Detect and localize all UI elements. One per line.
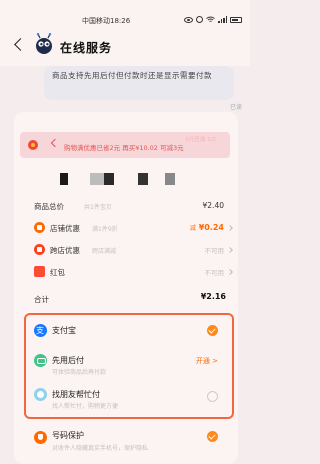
signal-icon xyxy=(218,16,227,23)
chevron-right-icon xyxy=(227,225,233,231)
read-mark: 已读 xyxy=(229,104,242,111)
payment-option-alipay[interactable]: 支付宝 xyxy=(34,322,224,346)
total-value: ¥2.16 xyxy=(200,292,226,301)
product-thumbnail[interactable] xyxy=(60,173,68,185)
eye-icon xyxy=(184,16,193,23)
status-bar: 中国移动18:26 xyxy=(0,0,250,26)
goods-total-sub: 共1件宝贝 xyxy=(84,204,112,211)
friend-pay-icon xyxy=(34,388,47,401)
shield-icon xyxy=(34,431,47,444)
store-discount-amount: ¥0.24 xyxy=(198,223,224,232)
battery-icon xyxy=(230,16,242,23)
red-packet-icon xyxy=(34,266,45,277)
promo-right-top: 0元任选 1/2 xyxy=(185,137,216,143)
red-packet-label: 红包 xyxy=(50,268,65,277)
pay-later-open-link[interactable]: 开通 > xyxy=(196,356,218,366)
number-protection-checkbox[interactable] xyxy=(207,431,218,442)
page-title: 在线服务 xyxy=(60,41,113,55)
total-label: 合计 xyxy=(34,295,49,304)
alipay-icon xyxy=(34,324,47,337)
promo-left-text: 购物满优惠已省2元 再买¥10.02 可减3元 xyxy=(64,144,184,152)
chevron-right-icon xyxy=(227,269,233,275)
coupon-badge-icon xyxy=(28,140,38,150)
row-cross-store-discount[interactable]: 跨店优惠 跨店满减 不可用 xyxy=(34,242,234,258)
cross-store-label: 跨店优惠 xyxy=(50,246,80,255)
cross-store-value: 不可用 xyxy=(204,247,225,255)
friend-pay-label: 找朋友帮忙付 xyxy=(52,390,100,399)
bot-avatar-icon xyxy=(36,33,52,54)
payment-option-friend-pay[interactable]: 找朋友帮忙付 找人帮忙付，购物更方便 xyxy=(34,386,224,410)
pay-later-icon xyxy=(34,354,47,367)
pay-later-sub: 可体验商品后再付款 xyxy=(52,369,107,376)
number-protection-label: 号码保护 xyxy=(52,431,84,440)
row-red-packet[interactable]: 红包 不可用 xyxy=(34,264,234,280)
friend-pay-radio[interactable] xyxy=(207,391,218,402)
store-discount-sub: 满1件9折 xyxy=(92,226,118,233)
cross-store-icon xyxy=(34,244,45,255)
friend-pay-sub: 找人帮忙付，购物更方便 xyxy=(52,403,119,410)
store-discount-prefix: 减 xyxy=(189,225,196,232)
chat-message-bubble: 商品支持先用后付但付款时还是显示需要付款 xyxy=(44,66,234,100)
row-store-discount[interactable]: 店铺优惠 满1件9折 减 ¥0.24 xyxy=(34,220,234,236)
pay-later-label: 先用后付 xyxy=(52,356,84,365)
promo-banner[interactable]: 购物满优惠已省2元 再买¥10.02 可减3元 0元任选 1/2 xyxy=(20,132,230,158)
store-icon xyxy=(34,222,45,233)
alipay-radio-checked[interactable] xyxy=(207,325,218,336)
product-thumbnail[interactable] xyxy=(138,173,148,185)
red-packet-value: 不可用 xyxy=(204,269,225,277)
store-discount-label: 店铺优惠 xyxy=(50,224,80,233)
cross-store-sub: 跨店满减 xyxy=(92,248,117,255)
back-button[interactable] xyxy=(12,36,26,54)
clock-icon xyxy=(196,16,203,23)
store-discount-value: 减 ¥0.24 xyxy=(190,223,224,232)
chevron-left-icon xyxy=(50,138,60,148)
wifi-icon xyxy=(206,16,215,22)
status-carrier: 中国移动18:26 xyxy=(82,17,131,25)
product-thumbnail[interactable] xyxy=(104,173,114,185)
goods-total-label: 商品总价 xyxy=(34,202,64,211)
row-goods-total: 商品总价 共1件宝贝 ¥2.40 xyxy=(34,198,234,214)
number-protection-sub: 对收件人隐藏真实手机号，保护隐私 xyxy=(52,445,149,452)
product-thumbnail[interactable] xyxy=(165,173,175,185)
payment-option-pay-later[interactable]: 先用后付 可体验商品后再付款 开通 > xyxy=(34,352,224,376)
goods-total-value: ¥2.40 xyxy=(202,201,224,210)
alipay-label: 支付宝 xyxy=(52,326,76,335)
status-icons xyxy=(184,16,242,23)
product-thumbnail[interactable] xyxy=(90,173,104,185)
number-protection-row[interactable]: 号码保护 对收件人隐藏真实手机号，保护隐私 xyxy=(34,427,224,457)
chevron-right-icon xyxy=(227,247,233,253)
chat-header: 在线服务 xyxy=(0,26,250,66)
